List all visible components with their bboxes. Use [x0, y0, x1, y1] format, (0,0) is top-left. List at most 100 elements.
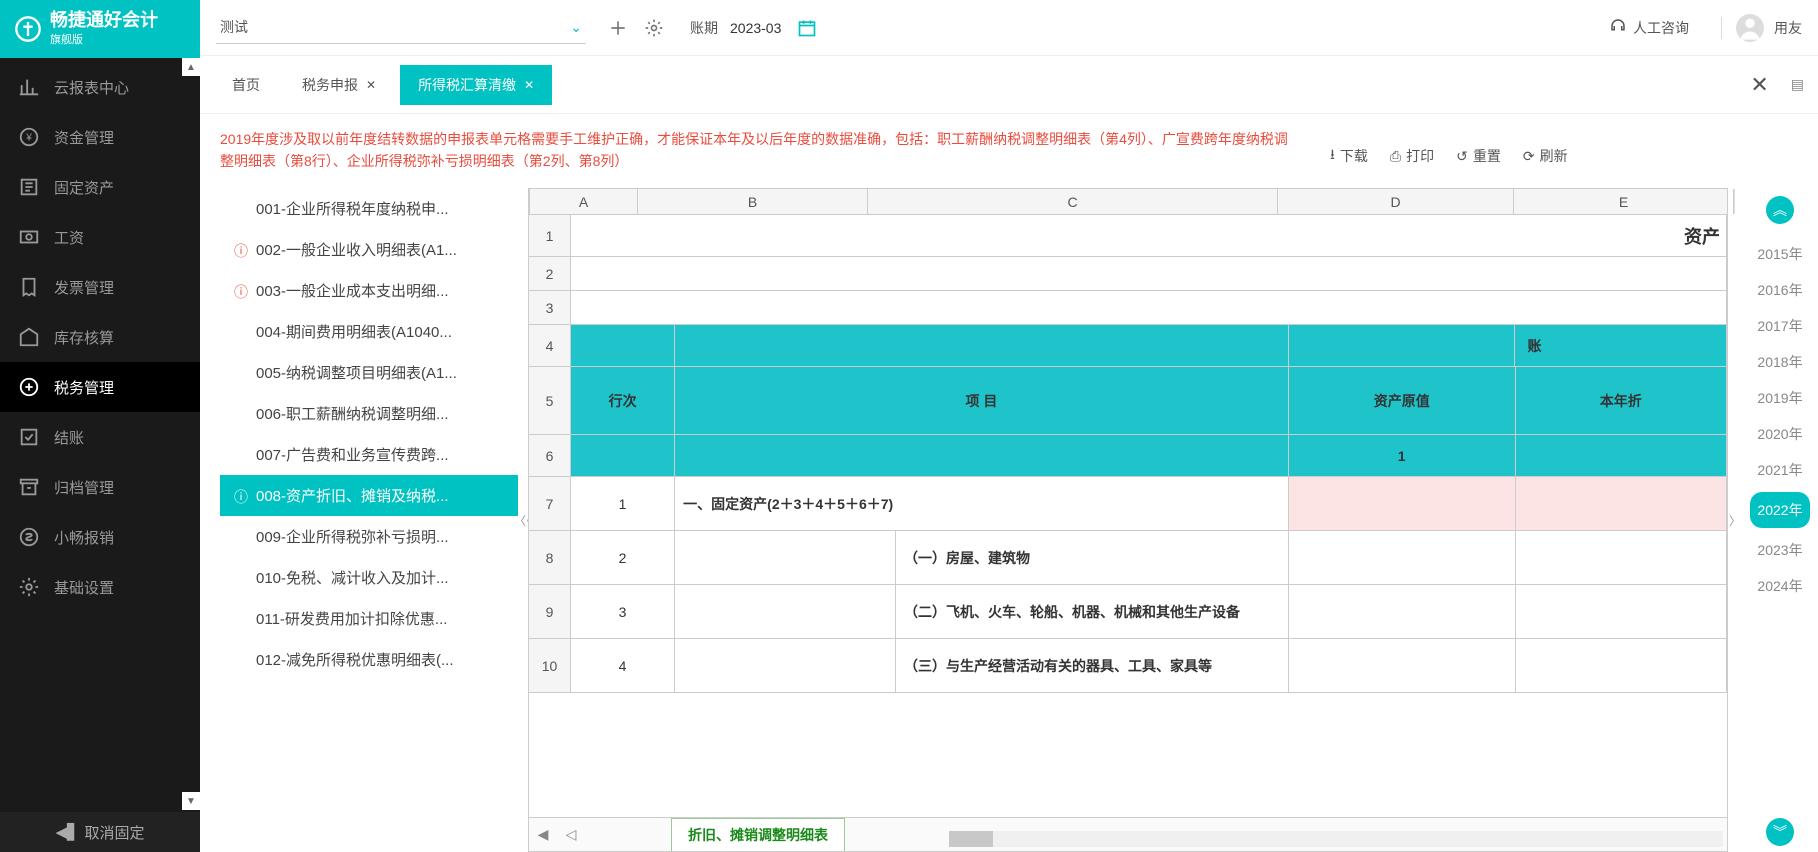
table-row: 71一、固定资产(2＋3＋4＋5＋6＋7) — [529, 477, 1727, 531]
reset-button[interactable]: ↺重置 — [1456, 146, 1501, 166]
user-avatar[interactable] — [1736, 14, 1764, 42]
right-panel-toggle[interactable]: 〉 — [1728, 188, 1742, 852]
tabs-more-icon[interactable]: ▤ — [1791, 76, 1804, 93]
warning-icon: ⓘ — [234, 282, 248, 302]
unpin-button[interactable]: ◀▋ 取消固定 — [0, 812, 200, 852]
calendar-icon[interactable] — [797, 18, 817, 38]
form-item[interactable]: ⓘ002-一般企业收入明细表(A1... — [220, 229, 518, 270]
download-button[interactable]: ⭳下载 — [1330, 144, 1368, 168]
year-option[interactable]: 2019年 — [1742, 380, 1818, 416]
year-option[interactable]: 2020年 — [1742, 416, 1818, 452]
form-item[interactable]: 001-企业所得税年度纳税申... — [220, 188, 518, 229]
nav-item-archive[interactable]: 归档管理 — [0, 462, 200, 512]
form-item[interactable]: ⓘ008-资产折旧、摊销及纳税... — [220, 475, 518, 516]
sheet-nav-prev[interactable]: ◁ — [557, 826, 585, 843]
nav-item-tax[interactable]: 税务管理 — [0, 362, 200, 412]
row-header[interactable]: 1 — [529, 215, 571, 256]
year-option[interactable]: 2023年 — [1742, 532, 1818, 568]
year-option[interactable]: 2015年 — [1742, 236, 1818, 272]
year-option[interactable]: 2022年 — [1750, 492, 1810, 528]
form-item[interactable]: 007-广告费和业务宣传费跨... — [220, 434, 518, 475]
tab[interactable]: 首页 — [214, 65, 278, 105]
header-a[interactable]: 行次 — [571, 367, 675, 434]
nav-label: 工资 — [54, 227, 84, 248]
col-header-C[interactable]: C — [868, 189, 1278, 214]
chart-icon — [18, 76, 40, 98]
add-button[interactable] — [608, 18, 628, 38]
form-item[interactable]: 011-研发费用加计扣除优惠... — [220, 598, 518, 639]
header-d[interactable]: 资产原值 — [1289, 367, 1516, 434]
form-list: 001-企业所得税年度纳税申...ⓘ002-一般企业收入明细表(A1...ⓘ00… — [220, 188, 518, 852]
sheet-tab[interactable]: 折旧、摊销调整明细表 — [671, 818, 845, 851]
tax-icon — [18, 376, 40, 398]
print-button[interactable]: ⎙打印 — [1390, 146, 1434, 166]
form-item[interactable]: 004-期间费用明细表(A1040... — [220, 311, 518, 352]
nav-item-close-acct[interactable]: 结账 — [0, 412, 200, 462]
content: 2019年度涉及取以前年度结转数据的申报表单元格需要手工维护正确，才能保证本年及… — [200, 114, 1818, 852]
year-scroll-up[interactable]: ︽ — [1766, 196, 1794, 224]
settings-gear-icon[interactable] — [644, 18, 664, 38]
form-item[interactable]: 012-减免所得税优惠明细表(... — [220, 639, 518, 680]
nav-item-asset[interactable]: 固定资产 — [0, 162, 200, 212]
h-scrollbar[interactable] — [949, 831, 1723, 847]
toolbar: ⭳下载 ⎙打印 ↺重置 ⟳刷新 — [1330, 128, 1568, 168]
col-header-D[interactable]: D — [1278, 189, 1514, 214]
year-option[interactable]: 2018年 — [1742, 344, 1818, 380]
sheet-nav-first[interactable]: ◀ — [529, 826, 557, 843]
year-option[interactable]: 2016年 — [1742, 272, 1818, 308]
nav-item-settings[interactable]: 基础设置 — [0, 562, 200, 612]
form-item[interactable]: ⓘ003-一般企业成本支出明细... — [220, 270, 518, 311]
close-acct-icon — [18, 426, 40, 448]
nav-scroll-up[interactable]: ▲ — [182, 58, 200, 76]
tab[interactable]: 税务申报✕ — [284, 65, 394, 105]
brand-logo: 畅捷通好会计 旗舰版 — [0, 0, 200, 58]
col-header-B[interactable]: B — [638, 189, 868, 214]
nav-label: 资金管理 — [54, 127, 114, 148]
nav-item-money[interactable]: ¥ 资金管理 — [0, 112, 200, 162]
nav-item-stock[interactable]: 库存核算 — [0, 312, 200, 362]
form-item[interactable]: 006-职工薪酬纳税调整明细... — [220, 393, 518, 434]
close-all-tabs[interactable]: ✕ — [1740, 68, 1778, 102]
company-name: 测试 — [220, 17, 248, 37]
user-name: 用友 — [1774, 18, 1802, 38]
warning-icon: ⓘ — [234, 487, 248, 507]
header-top-right[interactable]: 账 — [1515, 325, 1727, 366]
form-item[interactable]: 010-免税、减计收入及加计... — [220, 557, 518, 598]
year-option[interactable]: 2021年 — [1742, 452, 1818, 488]
nav-item-xiaochang[interactable]: 小畅报销 — [0, 512, 200, 562]
nav-item-invoice[interactable]: 发票管理 — [0, 262, 200, 312]
tab-close-icon[interactable]: ✕ — [524, 78, 534, 92]
header-d-sub[interactable]: 1 — [1289, 435, 1516, 476]
header-e[interactable]: 本年折 — [1516, 367, 1727, 434]
company-selector[interactable]: 测试 ⌄ — [216, 11, 586, 44]
year-rail: ︽ 2015年2016年2017年2018年2019年2020年2021年 202… — [1742, 188, 1818, 852]
nav-item-salary[interactable]: 工资 — [0, 212, 200, 262]
reset-icon: ↺ — [1456, 148, 1468, 165]
nav-scroll-down[interactable]: ▼ — [182, 792, 200, 810]
period-label: 账期 — [690, 18, 718, 38]
brand-edition: 旗舰版 — [50, 31, 158, 47]
sidebar: 畅捷通好会计 旗舰版 ▲ 云报表中心 ¥ 资金管理固定资产工资发票管理库存核算税务管… — [0, 0, 200, 852]
header-bc[interactable]: 项 目 — [675, 367, 1289, 434]
consult-button[interactable]: 人工咨询 — [1609, 17, 1689, 38]
sheet-title[interactable]: 资产 — [571, 215, 1727, 256]
table-row: 104（三）与生产经营活动有关的器具、工具、家具等 — [529, 639, 1727, 693]
archive-icon — [18, 476, 40, 498]
refresh-button[interactable]: ⟳刷新 — [1523, 146, 1568, 166]
nav-label: 基础设置 — [54, 577, 114, 598]
col-header-A[interactable]: A — [530, 189, 638, 214]
year-scroll-down[interactable]: ︾ — [1766, 818, 1794, 846]
money-icon: ¥ — [18, 126, 40, 148]
tab-close-icon[interactable]: ✕ — [366, 78, 376, 92]
form-item[interactable]: 009-企业所得税弥补亏损明... — [220, 516, 518, 557]
col-header-E[interactable]: E — [1514, 189, 1734, 214]
headset-icon — [1609, 17, 1627, 38]
nav-item-chart[interactable]: 云报表中心 — [0, 62, 200, 112]
form-item[interactable]: 005-纳税调整项目明细表(A1... — [220, 352, 518, 393]
year-option[interactable]: 2024年 — [1742, 568, 1818, 604]
tab[interactable]: 所得税汇算清缴✕ — [400, 65, 552, 105]
year-option[interactable]: 2017年 — [1742, 308, 1818, 344]
sheet-grid[interactable]: 1 资产 2 3 4 账 5 行次 项 目 资产原值 — [529, 215, 1727, 817]
list-collapse-toggle[interactable]: 〈〈 — [518, 188, 528, 852]
tab-bar: 首页税务申报✕所得税汇算清缴✕ ✕ ▤ — [200, 56, 1818, 114]
